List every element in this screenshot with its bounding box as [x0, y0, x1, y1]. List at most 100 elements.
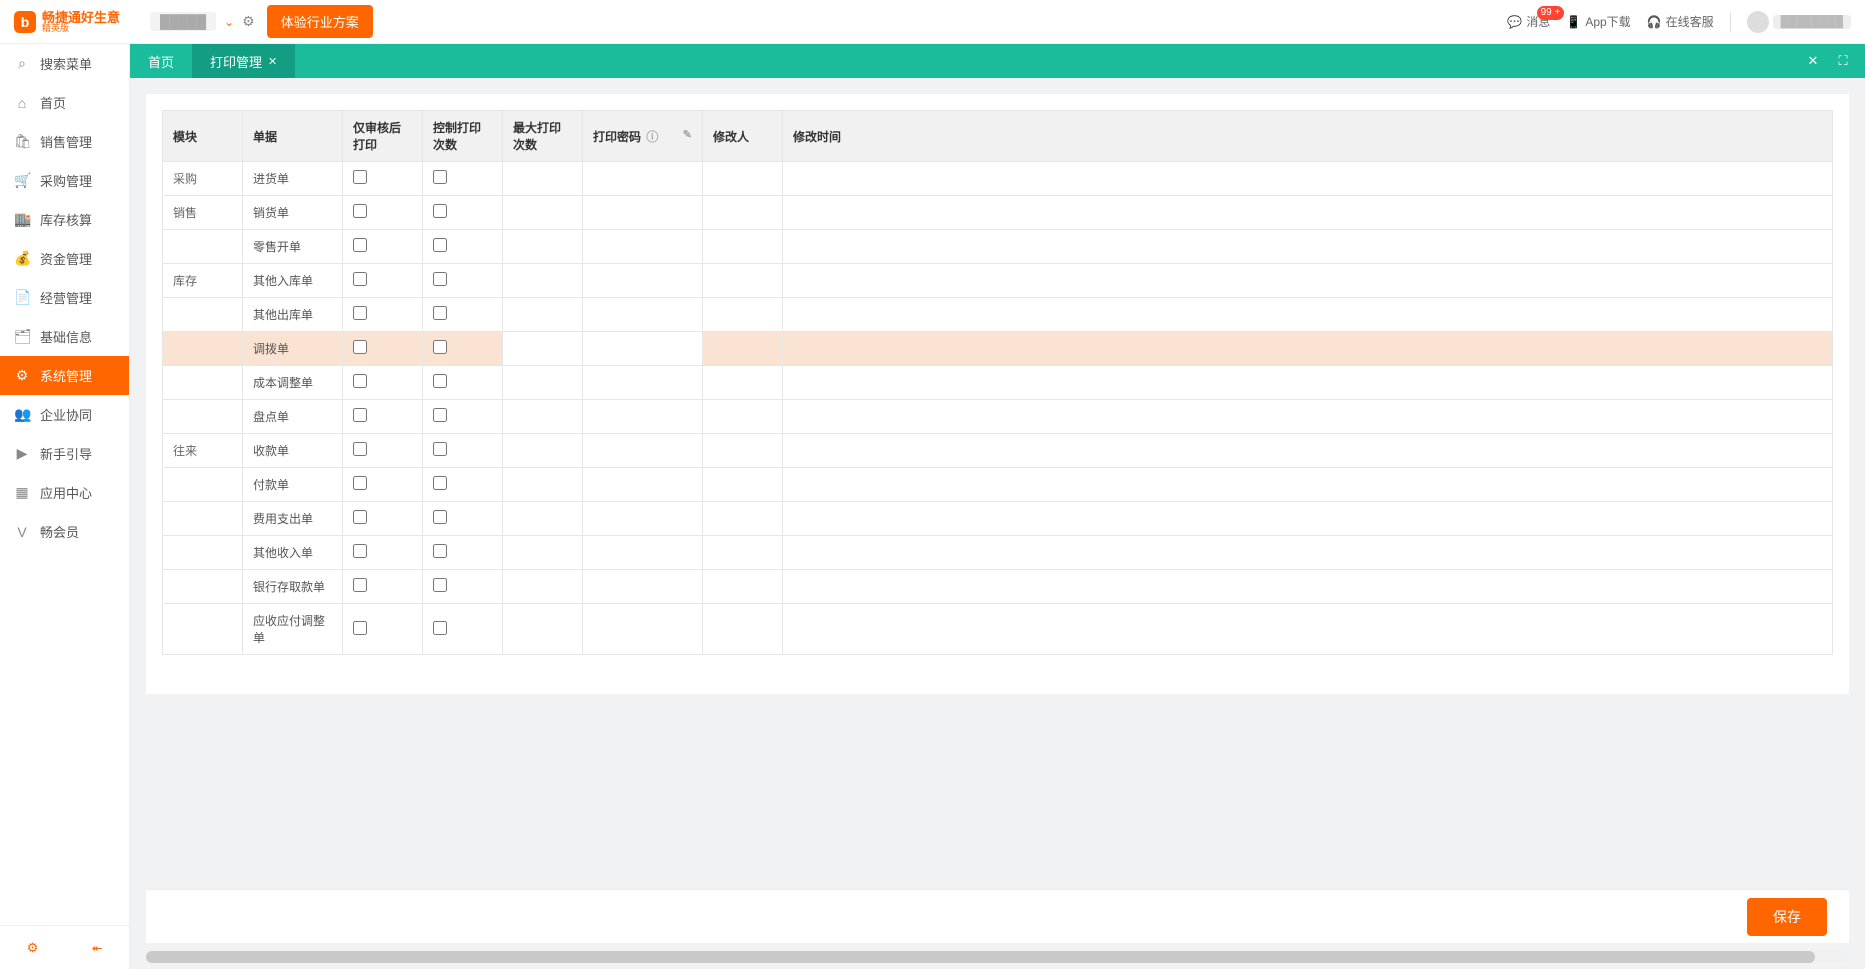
cell-max-count[interactable]	[503, 400, 583, 434]
cell-max-count[interactable]	[503, 162, 583, 196]
cell-password[interactable]	[583, 570, 703, 604]
audit-only-checkbox[interactable]	[353, 621, 367, 635]
limit-count-checkbox[interactable]	[433, 544, 447, 558]
limit-count-checkbox[interactable]	[433, 442, 447, 456]
cell-password[interactable]	[583, 502, 703, 536]
sidebar-item-icon: ⚙	[14, 367, 30, 384]
cell-password[interactable]	[583, 264, 703, 298]
audit-only-checkbox[interactable]	[353, 306, 367, 320]
tab-close-icon[interactable]: ✕	[268, 55, 277, 68]
cell-password[interactable]	[583, 468, 703, 502]
cell-password[interactable]	[583, 536, 703, 570]
cell-password[interactable]	[583, 162, 703, 196]
limit-count-checkbox[interactable]	[433, 238, 447, 252]
limit-count-checkbox[interactable]	[433, 621, 447, 635]
limit-count-checkbox[interactable]	[433, 340, 447, 354]
cell-password[interactable]	[583, 298, 703, 332]
sidebar-item-4[interactable]: 🏬库存核算	[0, 200, 129, 239]
horizontal-scrollbar[interactable]	[146, 951, 1849, 963]
messages-link[interactable]: 💬 消息 99 +	[1507, 13, 1550, 30]
header-right: 💬 消息 99 + 📱 App下载 🎧 在线客服 ████████	[1507, 11, 1851, 33]
audit-only-checkbox[interactable]	[353, 170, 367, 184]
cell-module	[163, 536, 243, 570]
save-button[interactable]: 保存	[1747, 898, 1827, 936]
cell-modifier	[703, 230, 783, 264]
audit-only-checkbox[interactable]	[353, 340, 367, 354]
limit-count-checkbox[interactable]	[433, 374, 447, 388]
sidebar-item-11[interactable]: ▦应用中心	[0, 473, 129, 512]
cell-max-count[interactable]	[503, 468, 583, 502]
audit-only-checkbox[interactable]	[353, 272, 367, 286]
limit-count-checkbox[interactable]	[433, 204, 447, 218]
cell-max-count[interactable]	[503, 196, 583, 230]
audit-only-checkbox[interactable]	[353, 476, 367, 490]
audit-only-checkbox[interactable]	[353, 408, 367, 422]
sidebar-item-6[interactable]: 📄经营管理	[0, 278, 129, 317]
audit-only-checkbox[interactable]	[353, 578, 367, 592]
cell-password[interactable]	[583, 366, 703, 400]
audit-only-checkbox[interactable]	[353, 442, 367, 456]
limit-count-checkbox[interactable]	[433, 476, 447, 490]
cell-password[interactable]	[583, 332, 703, 366]
sidebar-item-3[interactable]: 🛒采购管理	[0, 161, 129, 200]
fullscreen-icon[interactable]: ⛶	[1833, 51, 1853, 71]
cell-max-count[interactable]	[503, 264, 583, 298]
cell-max-count[interactable]	[503, 298, 583, 332]
cell-module	[163, 332, 243, 366]
edit-icon[interactable]: ✎	[683, 128, 692, 141]
limit-count-checkbox[interactable]	[433, 408, 447, 422]
sidebar-item-10[interactable]: ▶新手引导	[0, 434, 129, 473]
audit-only-checkbox[interactable]	[353, 204, 367, 218]
cell-password[interactable]	[583, 230, 703, 264]
sidebar-item-12[interactable]: V畅会员	[0, 512, 129, 551]
app-download-link[interactable]: 📱 App下载	[1566, 13, 1630, 30]
sidebar-item-9[interactable]: 👥企业协同	[0, 395, 129, 434]
tab-close-all-icon[interactable]: ✕	[1803, 51, 1823, 71]
cell-password[interactable]	[583, 434, 703, 468]
tenant-switcher[interactable]: █████ ⌄ ⚙	[150, 12, 255, 31]
sidebar: ⌕搜索菜单⌂首页🛍销售管理🛒采购管理🏬库存核算💰资金管理📄经营管理🗂基础信息⚙系…	[0, 44, 130, 969]
audit-only-checkbox[interactable]	[353, 544, 367, 558]
user-menu[interactable]: ████████	[1747, 11, 1851, 33]
col-header-6: 修改人	[703, 111, 783, 162]
limit-count-checkbox[interactable]	[433, 578, 447, 592]
sidebar-item-1[interactable]: ⌂首页	[0, 83, 129, 122]
cell-max-count[interactable]	[503, 604, 583, 655]
cell-max-count[interactable]	[503, 536, 583, 570]
cell-password[interactable]	[583, 604, 703, 655]
sidebar-item-7[interactable]: 🗂基础信息	[0, 317, 129, 356]
cell-max-count[interactable]	[503, 332, 583, 366]
cell-max-count[interactable]	[503, 570, 583, 604]
tab-1[interactable]: 打印管理✕	[192, 44, 295, 78]
cell-max-count[interactable]	[503, 502, 583, 536]
limit-count-checkbox[interactable]	[433, 170, 447, 184]
gear-icon[interactable]: ⚙	[242, 13, 255, 30]
tab-0[interactable]: 首页	[130, 44, 192, 78]
cell-max-count[interactable]	[503, 434, 583, 468]
customer-service-link[interactable]: 🎧 在线客服	[1647, 13, 1714, 30]
cell-password[interactable]	[583, 196, 703, 230]
limit-count-checkbox[interactable]	[433, 510, 447, 524]
cell-max-count[interactable]	[503, 230, 583, 264]
cell-audit-only	[343, 536, 423, 570]
limit-count-checkbox[interactable]	[433, 272, 447, 286]
cell-module	[163, 400, 243, 434]
cell-max-count[interactable]	[503, 366, 583, 400]
audit-only-checkbox[interactable]	[353, 374, 367, 388]
sidebar-item-2[interactable]: 🛍销售管理	[0, 122, 129, 161]
audit-only-checkbox[interactable]	[353, 510, 367, 524]
sidebar-item-5[interactable]: 💰资金管理	[0, 239, 129, 278]
industry-plan-button[interactable]: 体验行业方案	[267, 5, 373, 38]
cell-password[interactable]	[583, 400, 703, 434]
sidebar-item-icon: 🗂	[14, 328, 30, 345]
sidebar-item-8[interactable]: ⚙系统管理	[0, 356, 129, 395]
help-icon[interactable]: ⓘ	[646, 130, 658, 144]
sidebar-item-0[interactable]: ⌕搜索菜单	[0, 44, 129, 83]
scrollbar-thumb[interactable]	[146, 951, 1815, 963]
table-row: 其他出库单	[163, 298, 1833, 332]
cell-modifier	[703, 162, 783, 196]
audit-only-checkbox[interactable]	[353, 238, 367, 252]
limit-count-checkbox[interactable]	[433, 306, 447, 320]
settings-icon[interactable]: ⚙	[27, 940, 39, 956]
collapse-icon[interactable]: ⯬	[92, 940, 102, 956]
